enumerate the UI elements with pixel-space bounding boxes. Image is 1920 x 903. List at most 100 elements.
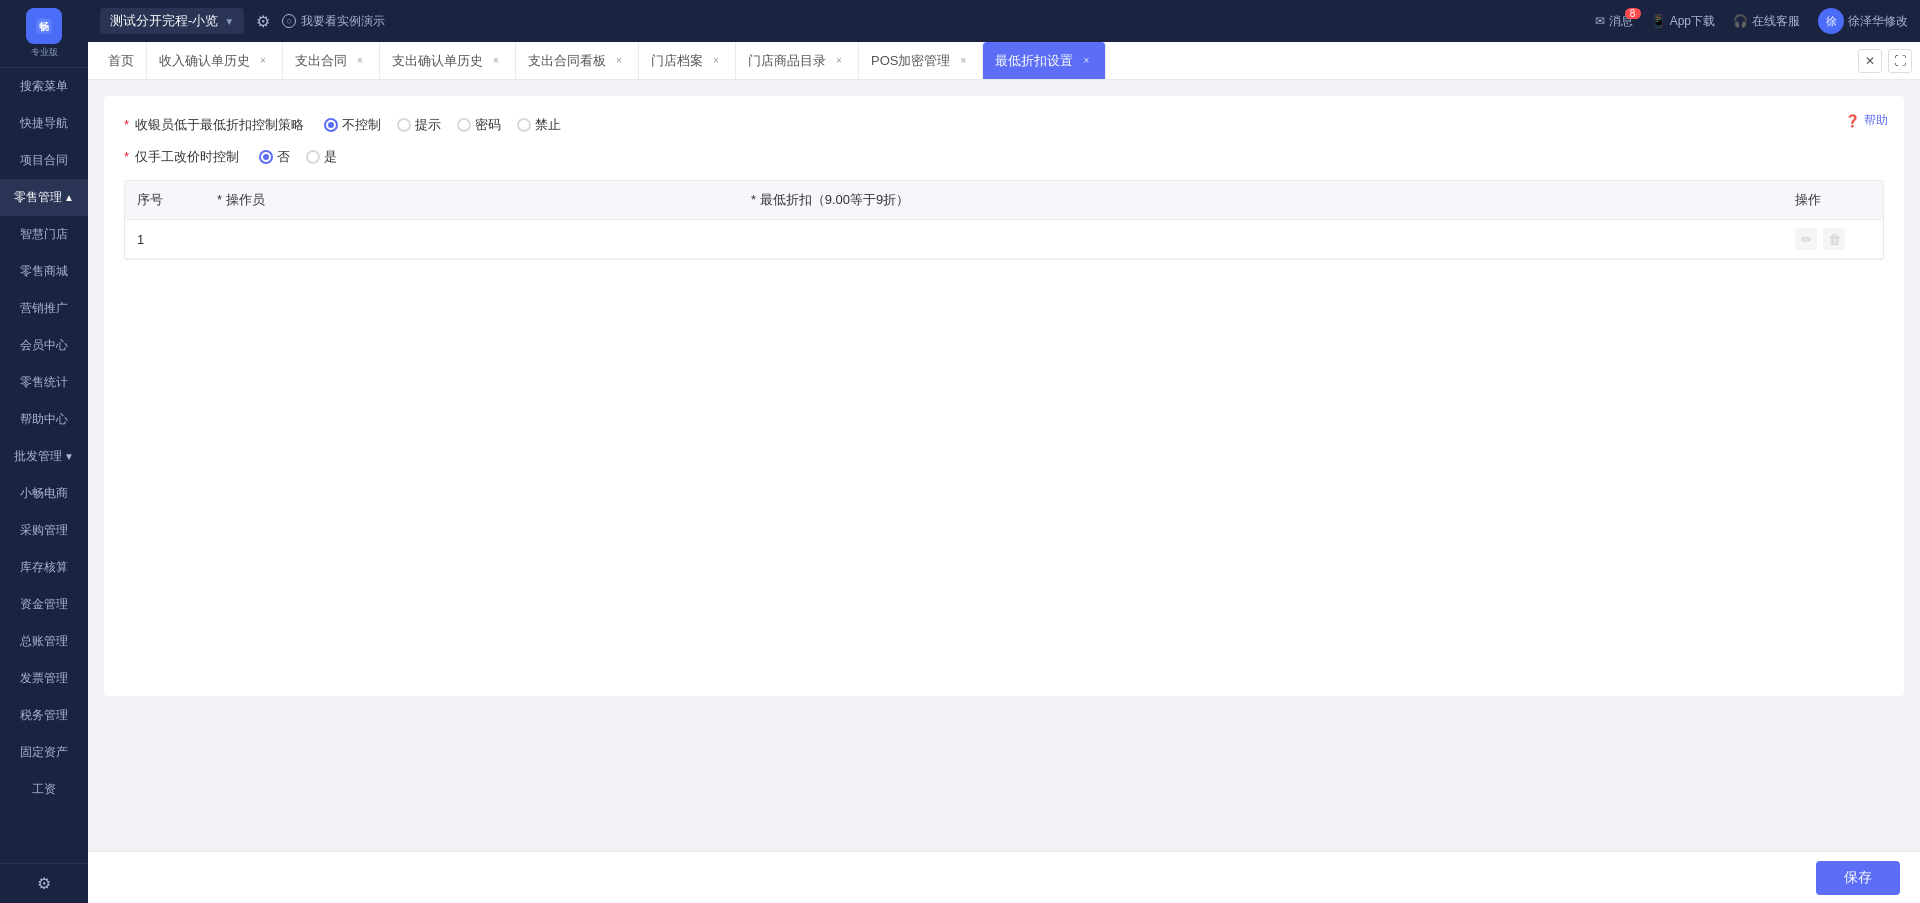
online-service-button[interactable]: 🎧 在线客服 [1733, 13, 1800, 30]
sidebar-item-salary[interactable]: 工资 [0, 771, 88, 808]
expand-tab-button[interactable]: ⛶ [1888, 49, 1912, 73]
edit-icon[interactable]: ✏ [1795, 228, 1817, 250]
tab-store-goods[interactable]: 门店商品目录 × [736, 42, 859, 80]
sidebar: 畅 专业版 搜索菜单快捷导航项目合同零售管理▲智慧门店零售商城营销推广会员中心零… [0, 0, 88, 903]
help-icon: ❓ [1845, 114, 1860, 128]
radio-label: 提示 [415, 116, 441, 134]
project-name: 测试分开完程-小览 [110, 12, 218, 30]
tab-payment-board[interactable]: 支出合同看板 × [516, 42, 639, 80]
sidebar-item-label: 会员中心 [20, 338, 68, 352]
sidebar-item-member[interactable]: 会员中心 [0, 327, 88, 364]
sidebar-item-label: 采购管理 [20, 523, 68, 537]
sidebar-item-assets[interactable]: 固定资产 [0, 734, 88, 771]
sidebar-item-help[interactable]: 帮助中心 [0, 401, 88, 438]
manual-control-options: 否 是 [259, 148, 337, 166]
radio-label: 不控制 [342, 116, 381, 134]
page-content: ❓ 帮助 * 收银员低于最低折扣控制策略 不控制 提示 密码 禁止 [88, 80, 1920, 851]
tab-min-discount[interactable]: 最低折扣设置 × [983, 42, 1106, 80]
sidebar-item-purchase[interactable]: 采购管理 [0, 512, 88, 549]
arrow-icon: ▼ [64, 451, 74, 462]
tab-home[interactable]: 首页 [96, 42, 147, 80]
radio-label: 否 [277, 148, 290, 166]
app-logo-icon: 畅 [26, 8, 62, 44]
radio-label: 禁止 [535, 116, 561, 134]
sidebar-item-wholesale[interactable]: 批发管理▼ [0, 438, 88, 475]
tab-label: 门店商品目录 [748, 52, 826, 70]
tab-pos-password[interactable]: POS加密管理× [859, 42, 983, 80]
page-card: ❓ 帮助 * 收银员低于最低折扣控制策略 不控制 提示 密码 禁止 [104, 96, 1904, 696]
sidebar-item-inventory[interactable]: 库存核算 [0, 549, 88, 586]
sidebar-item-finance[interactable]: 资金管理 [0, 586, 88, 623]
tab-payment-history[interactable]: 支出确认单历史× [380, 42, 516, 80]
tab-store-file[interactable]: 门店档案 × [639, 42, 736, 80]
topbar-demo-link[interactable]: ○ 我要看实例演示 [282, 13, 385, 30]
tab-label: 最低折扣设置 [995, 52, 1073, 70]
tab-close-icon[interactable]: × [353, 54, 367, 68]
tab-close-icon[interactable]: × [256, 54, 270, 68]
sidebar-item-search[interactable]: 搜索菜单 [0, 68, 88, 105]
sidebar-item-tax[interactable]: 税务管理 [0, 697, 88, 734]
sidebar-item-label: 固定资产 [20, 745, 68, 759]
sidebar-item-label: 税务管理 [20, 708, 68, 722]
sidebar-item-smart-store[interactable]: 智慧门店 [0, 216, 88, 253]
radio-manual-yes[interactable]: 是 [306, 148, 337, 166]
tab-close-icon[interactable]: × [489, 54, 503, 68]
radio-no-control[interactable]: 不控制 [324, 116, 381, 134]
cell-discount [739, 231, 1783, 247]
tab-label: 门店档案 [651, 52, 703, 70]
tab-income-history[interactable]: 收入确认单历史 × [147, 42, 283, 80]
radio-forbid[interactable]: 禁止 [517, 116, 561, 134]
radio-label: 密码 [475, 116, 501, 134]
sidebar-item-shortcut[interactable]: 快捷导航 [0, 105, 88, 142]
radio-manual-no[interactable]: 否 [259, 148, 290, 166]
cell-seq: 1 [125, 224, 205, 255]
sidebar-item-label: 帮助中心 [20, 412, 68, 426]
sidebar-item-project[interactable]: 项目合同 [0, 142, 88, 179]
col-discount-header: * 最低折扣（9.00等于9折） [739, 181, 1783, 219]
sidebar-item-marketing[interactable]: 营销推广 [0, 290, 88, 327]
sidebar-item-label: 小畅电商 [20, 486, 68, 500]
sidebar-item-label: 快捷导航 [20, 116, 68, 130]
close-tab-button[interactable]: ✕ [1858, 49, 1882, 73]
tab-close-icon[interactable]: × [709, 54, 723, 68]
tab-label: 支出合同看板 [528, 52, 606, 70]
tab-close-icon[interactable]: × [832, 54, 846, 68]
user-avatar: 徐 [1818, 8, 1844, 34]
project-selector[interactable]: 测试分开完程-小览 ▼ [100, 8, 244, 34]
help-button[interactable]: ❓ 帮助 [1845, 112, 1888, 129]
topbar: 测试分开完程-小览 ▼ ⚙ ○ 我要看实例演示 ✉ 消息 8 📱 App下载 🎧… [88, 0, 1920, 42]
tab-close-icon[interactable]: × [956, 54, 970, 68]
control-policy-row: * 收银员低于最低折扣控制策略 不控制 提示 密码 禁止 [124, 116, 1884, 134]
sidebar-settings-button[interactable]: ⚙ [0, 863, 88, 903]
sidebar-item-retail[interactable]: 零售管理▲ [0, 179, 88, 216]
user-menu[interactable]: 徐 徐泽华修改 [1818, 8, 1908, 34]
sidebar-item-retail-stat[interactable]: 零售统计 [0, 364, 88, 401]
tab-label: 收入确认单历史 [159, 52, 250, 70]
radio-circle [397, 118, 411, 132]
col-operator-header: * 操作员 [205, 181, 739, 219]
sidebar-item-ledger[interactable]: 总账管理 [0, 623, 88, 660]
radio-password[interactable]: 密码 [457, 116, 501, 134]
tab-close-icon[interactable]: × [1079, 54, 1093, 68]
topbar-settings-icon[interactable]: ⚙ [256, 12, 270, 31]
help-label: 帮助 [1864, 112, 1888, 129]
tab-payment-contract[interactable]: 支出合同× [283, 42, 380, 80]
message-icon: ✉ [1595, 14, 1605, 28]
save-button[interactable]: 保存 [1816, 861, 1900, 895]
col-seq-header: 序号 [125, 181, 205, 219]
tab-close-icon[interactable]: × [612, 54, 626, 68]
app-download-icon: 📱 [1651, 14, 1666, 28]
control-policy-options: 不控制 提示 密码 禁止 [324, 116, 561, 134]
sidebar-item-ecommerce[interactable]: 小畅电商 [0, 475, 88, 512]
radio-circle [517, 118, 531, 132]
radio-hint[interactable]: 提示 [397, 116, 441, 134]
app-download-button[interactable]: 📱 App下载 [1651, 13, 1715, 30]
sidebar-item-retail-mall[interactable]: 零售商城 [0, 253, 88, 290]
sidebar-item-invoice[interactable]: 发票管理 [0, 660, 88, 697]
sidebar-item-label: 项目合同 [20, 153, 68, 167]
message-button[interactable]: ✉ 消息 8 [1595, 13, 1633, 30]
delete-icon[interactable]: 🗑 [1823, 228, 1845, 250]
required-marker-2: * [124, 149, 129, 164]
required-marker: * [124, 117, 129, 132]
sidebar-item-label: 资金管理 [20, 597, 68, 611]
